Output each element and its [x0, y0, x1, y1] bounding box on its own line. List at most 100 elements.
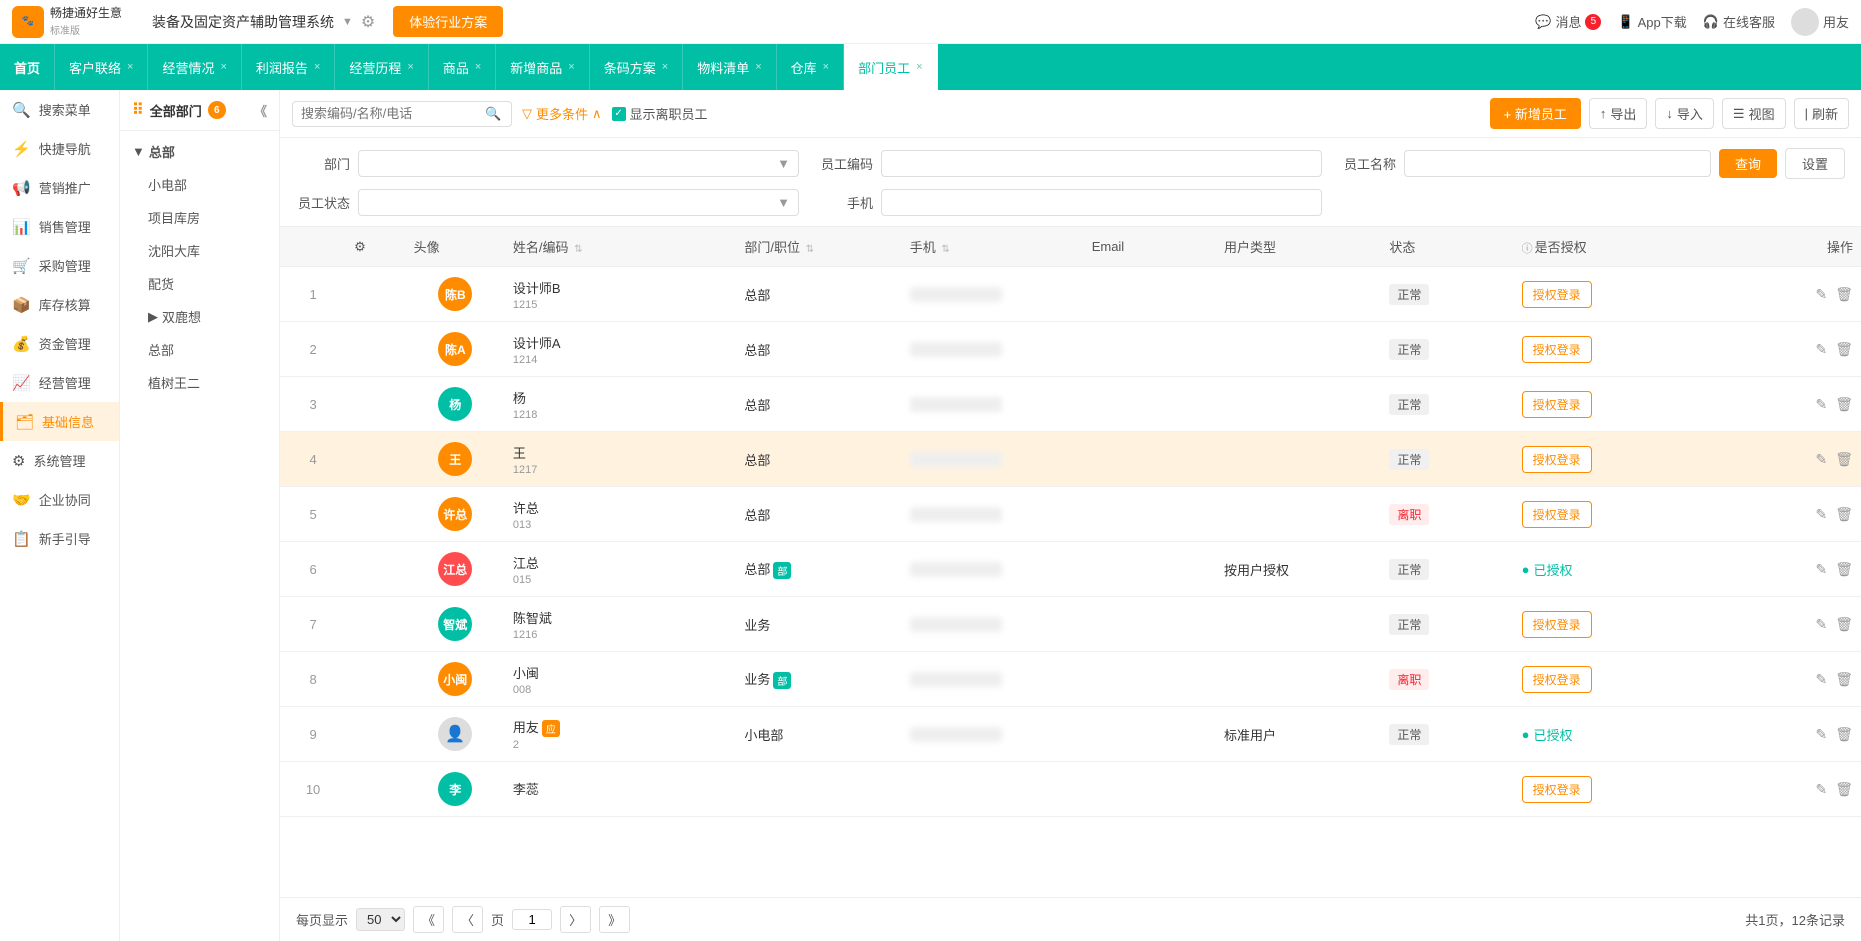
delete-icon[interactable]: 🗑	[1835, 286, 1853, 303]
auth-login-button[interactable]: 授权登录	[1522, 501, 1592, 528]
delete-icon[interactable]: 🗑	[1835, 561, 1853, 578]
app-download-item[interactable]: 📱 App下载	[1617, 12, 1686, 31]
auth-login-button[interactable]: 授权登录	[1522, 281, 1592, 308]
status-filter-select[interactable]: ▼	[358, 189, 799, 216]
import-button[interactable]: ↓ 导入	[1655, 98, 1714, 129]
edit-icon[interactable]: ✎	[1815, 451, 1827, 468]
sidebar-item-finance[interactable]: 💰 资金管理	[0, 324, 119, 363]
dept-item-shenyang[interactable]: 沈阳大库	[120, 234, 279, 267]
collapse-icon[interactable]: 《	[254, 101, 267, 120]
close-icon[interactable]: ×	[823, 61, 829, 73]
close-icon[interactable]: ×	[220, 61, 226, 73]
dept-item-peihuo[interactable]: 配货	[120, 267, 279, 300]
dept-item-root[interactable]: ▼ 总部	[120, 135, 279, 168]
sidebar-item-nav[interactable]: ⚡ 快捷导航	[0, 129, 119, 168]
delete-icon[interactable]: 🗑	[1835, 396, 1853, 413]
edit-icon[interactable]: ✎	[1815, 286, 1827, 303]
show-resign-checkbox[interactable]: ✓	[612, 107, 626, 121]
close-icon[interactable]: ×	[662, 61, 668, 73]
export-button[interactable]: ↑ 导出	[1589, 98, 1648, 129]
dept-item-zongbu[interactable]: 总部	[120, 333, 279, 366]
trial-button[interactable]: 体验行业方案	[393, 6, 503, 37]
auth-login-button[interactable]: 授权登录	[1522, 336, 1592, 363]
show-resign-wrap[interactable]: ✓ 显示离职员工	[612, 104, 708, 123]
sidebar-item-collab[interactable]: 🤝 企业协同	[0, 480, 119, 519]
add-employee-button[interactable]: + 新增员工	[1490, 98, 1581, 129]
col-dept-header[interactable]: 部门/职位 ⇅	[736, 227, 901, 267]
nav-tab-operations[interactable]: 经营情况 ×	[148, 44, 241, 90]
gear-icon[interactable]: ⚙	[361, 12, 375, 32]
delete-icon[interactable]: 🗑	[1835, 726, 1853, 743]
page-number-input[interactable]	[512, 909, 552, 930]
sidebar-item-search[interactable]: 🔍 搜索菜单	[0, 90, 119, 129]
next-page-button[interactable]: 〉	[560, 906, 591, 933]
auth-login-button[interactable]: 授权登录	[1522, 446, 1592, 473]
system-title-dropdown[interactable]: ▼	[342, 16, 353, 28]
dept-item-shuanglu[interactable]: ▶ 双鹿想	[120, 300, 279, 333]
view-switch-button[interactable]: ☰ 视图	[1722, 98, 1786, 129]
col-phone-header[interactable]: 手机 ⇅	[902, 227, 1084, 267]
close-icon[interactable]: ×	[475, 61, 481, 73]
last-page-button[interactable]: 》	[599, 906, 630, 933]
edit-icon[interactable]: ✎	[1815, 671, 1827, 688]
query-button[interactable]: 查询	[1719, 149, 1777, 178]
delete-icon[interactable]: 🗑	[1835, 781, 1853, 798]
dept-item-zhishu[interactable]: 植树王二	[120, 366, 279, 399]
delete-icon[interactable]: 🗑	[1835, 451, 1853, 468]
edit-icon[interactable]: ✎	[1815, 396, 1827, 413]
more-filter-btn[interactable]: ▽ 更多条件 ∧	[522, 104, 602, 123]
sidebar-item-purchase[interactable]: 🛒 采购管理	[0, 246, 119, 285]
first-page-button[interactable]: 《	[413, 906, 444, 933]
edit-icon[interactable]: ✎	[1815, 781, 1827, 798]
user-item[interactable]: 用友	[1791, 8, 1849, 36]
edit-icon[interactable]: ✎	[1815, 341, 1827, 358]
dept-filter-select[interactable]: ▼	[358, 150, 799, 177]
delete-icon[interactable]: 🗑	[1835, 341, 1853, 358]
close-icon[interactable]: ×	[568, 61, 574, 73]
auth-login-button[interactable]: 授权登录	[1522, 611, 1592, 638]
message-item[interactable]: 💬 消息 5	[1535, 12, 1601, 31]
set-button[interactable]: 设置	[1785, 148, 1845, 179]
search-input-wrap[interactable]: 🔍	[292, 101, 512, 127]
nav-tab-journey[interactable]: 经营历程 ×	[335, 44, 428, 90]
nav-tab-goods[interactable]: 商品 ×	[429, 44, 496, 90]
nav-tab-customers[interactable]: 客户联络 ×	[55, 44, 148, 90]
close-icon[interactable]: ×	[127, 61, 133, 73]
sidebar-item-system[interactable]: ⚙ 系统管理	[0, 441, 119, 480]
edit-icon[interactable]: ✎	[1815, 506, 1827, 523]
auth-login-button[interactable]: 授权登录	[1522, 666, 1592, 693]
edit-icon[interactable]: ✎	[1815, 616, 1827, 633]
dept-item-xiaodian[interactable]: 小电部	[120, 168, 279, 201]
dept-item-project[interactable]: 项目库房	[120, 201, 279, 234]
col-name-header[interactable]: 姓名/编码 ⇅	[505, 227, 737, 267]
close-icon[interactable]: ×	[916, 61, 922, 73]
empname-filter-input[interactable]	[1404, 150, 1711, 177]
nav-tab-employees[interactable]: 部门员工 ×	[844, 44, 937, 90]
sidebar-item-management[interactable]: 📈 经营管理	[0, 363, 119, 402]
close-icon[interactable]: ×	[314, 61, 320, 73]
sidebar-item-inventory[interactable]: 📦 库存核算	[0, 285, 119, 324]
delete-icon[interactable]: 🗑	[1835, 671, 1853, 688]
close-icon[interactable]: ×	[407, 61, 413, 73]
delete-icon[interactable]: 🗑	[1835, 616, 1853, 633]
nav-tab-warehouse[interactable]: 仓库 ×	[777, 44, 844, 90]
delete-icon[interactable]: 🗑	[1835, 506, 1853, 523]
nav-tab-barcode[interactable]: 条码方案 ×	[590, 44, 683, 90]
sidebar-item-marketing[interactable]: 📢 营销推广	[0, 168, 119, 207]
sidebar-item-sales[interactable]: 📊 销售管理	[0, 207, 119, 246]
edit-icon[interactable]: ✎	[1815, 561, 1827, 578]
nav-tab-home[interactable]: 首页	[0, 44, 55, 90]
edit-icon[interactable]: ✎	[1815, 726, 1827, 743]
nav-tab-bom[interactable]: 物料清单 ×	[683, 44, 776, 90]
nav-tab-profit[interactable]: 利润报告 ×	[242, 44, 335, 90]
auth-login-button[interactable]: 授权登录	[1522, 391, 1592, 418]
search-input[interactable]	[301, 106, 481, 121]
close-icon[interactable]: ×	[755, 61, 761, 73]
online-service-item[interactable]: 🎧 在线客服	[1703, 12, 1775, 31]
col-settings-header[interactable]: ⚙	[346, 227, 406, 267]
nav-tab-add-goods[interactable]: 新增商品 ×	[496, 44, 589, 90]
sidebar-item-guide[interactable]: 📋 新手引导	[0, 519, 119, 558]
empcode-filter-input[interactable]	[881, 150, 1322, 177]
sidebar-item-basic[interactable]: 🗂 基础信息	[0, 402, 119, 441]
phone-filter-input[interactable]	[881, 189, 1322, 216]
